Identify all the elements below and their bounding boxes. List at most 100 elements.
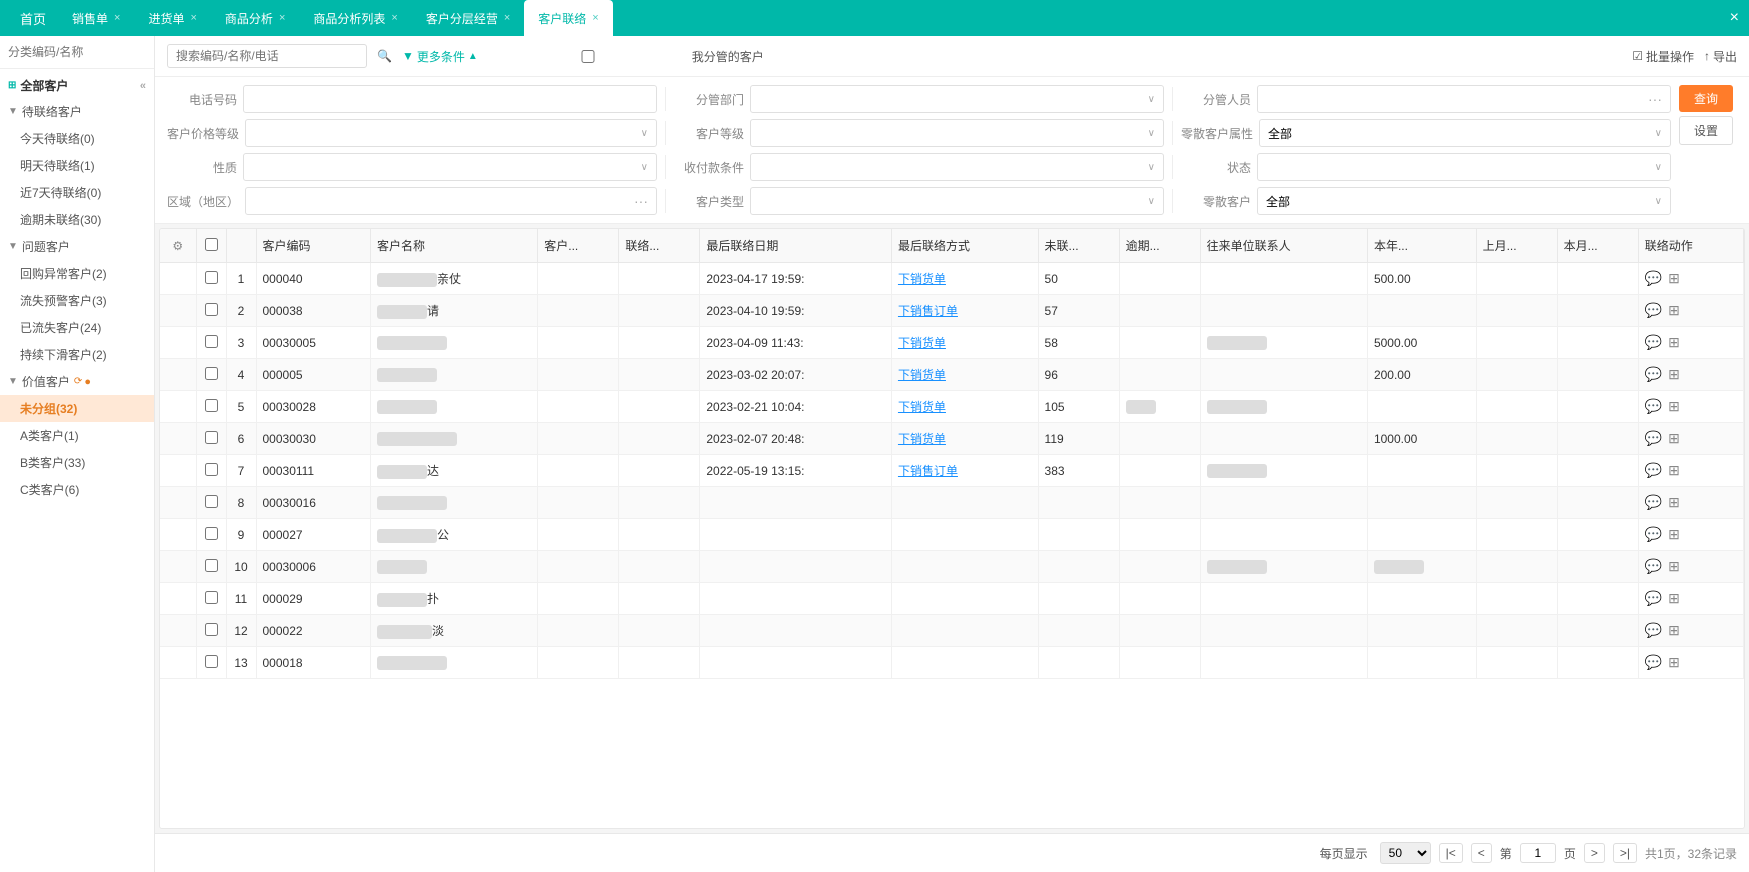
sidebar-item-class-a[interactable]: A类客户(1) — [0, 422, 154, 449]
sidebar-search-bar[interactable]: 🔍 — [0, 36, 154, 69]
sidebar-item-churned[interactable]: 已流失客户(24) — [0, 314, 154, 341]
contact-method-link[interactable]: 下销售订单 — [898, 464, 958, 478]
sidebar-item-unclassified[interactable]: 未分组(32) — [0, 395, 154, 422]
cell-checkbox[interactable] — [196, 295, 226, 327]
column-settings[interactable]: ⚙ — [160, 229, 196, 263]
row-checkbox[interactable] — [205, 559, 218, 572]
chat-icon[interactable]: 💬 — [1645, 526, 1662, 543]
chat-icon[interactable]: 💬 — [1645, 398, 1662, 415]
contact-method-link[interactable]: 下销货单 — [898, 272, 946, 286]
export-button[interactable]: ↑ 导出 — [1704, 48, 1737, 65]
tab-product-analysis[interactable]: 商品分析 × — [211, 0, 299, 36]
more-action-icon[interactable]: ⊞ — [1668, 622, 1680, 639]
first-page-button[interactable]: |< — [1439, 843, 1463, 863]
chat-icon[interactable]: 💬 — [1645, 366, 1662, 383]
more-action-icon[interactable]: ⊞ — [1668, 654, 1680, 671]
row-checkbox[interactable] — [205, 655, 218, 668]
close-icon[interactable]: × — [114, 12, 120, 24]
sidebar-item-churn-warning[interactable]: 流失预警客户(3) — [0, 287, 154, 314]
my-customers-checkbox[interactable] — [488, 50, 688, 63]
prev-page-button[interactable]: < — [1471, 843, 1492, 863]
home-tab[interactable]: 首页 — [8, 0, 58, 36]
row-checkbox[interactable] — [205, 591, 218, 604]
more-action-icon[interactable]: ⊞ — [1668, 494, 1680, 511]
close-icon[interactable]: × — [279, 12, 285, 24]
cell-checkbox[interactable] — [196, 455, 226, 487]
cell-checkbox[interactable] — [196, 583, 226, 615]
search-button[interactable]: 🔍 — [377, 49, 392, 63]
close-icon[interactable]: × — [592, 12, 598, 24]
more-action-icon[interactable]: ⊞ — [1668, 462, 1680, 479]
row-checkbox[interactable] — [205, 431, 218, 444]
row-checkbox[interactable] — [205, 399, 218, 412]
sidebar-item-today-pending[interactable]: 今天待联络(0) — [0, 125, 154, 152]
page-size-select[interactable]: 20 50 100 — [1380, 842, 1431, 864]
search-input[interactable] — [167, 44, 367, 68]
close-icon[interactable]: × — [190, 12, 196, 24]
chat-icon[interactable]: 💬 — [1645, 558, 1662, 575]
close-icon[interactable]: × — [504, 12, 510, 24]
chat-icon[interactable]: 💬 — [1645, 622, 1662, 639]
contact-method-link[interactable]: 下销售订单 — [898, 304, 958, 318]
price-level-select[interactable]: ∨ — [245, 119, 657, 147]
tab-product-analysis-list[interactable]: 商品分析列表 × — [299, 0, 411, 36]
batch-operation-button[interactable]: ☑ 批量操作 — [1632, 48, 1694, 65]
contact-method-link[interactable]: 下销货单 — [898, 432, 946, 446]
nature-select[interactable]: ∨ — [243, 153, 657, 181]
next-page-button[interactable]: > — [1584, 843, 1605, 863]
contact-method-link[interactable]: 下销货单 — [898, 400, 946, 414]
query-button[interactable]: 查询 — [1679, 85, 1733, 112]
row-checkbox[interactable] — [205, 271, 218, 284]
tab-customer-contact[interactable]: 客户联络 × — [524, 0, 612, 36]
customer-level-select[interactable]: ∨ — [750, 119, 1164, 147]
more-action-icon[interactable]: ⊞ — [1668, 558, 1680, 575]
sidebar-item-overdue-pending[interactable]: 逾期未联络(30) — [0, 206, 154, 233]
sidebar-item-class-c[interactable]: C类客户(6) — [0, 476, 154, 503]
retail-attr-select[interactable]: 全部 ∨ — [1259, 119, 1671, 147]
contact-method-link[interactable]: 下销货单 — [898, 368, 946, 382]
more-action-icon[interactable]: ⊞ — [1668, 270, 1680, 287]
contact-method-link[interactable]: 下销货单 — [898, 336, 946, 350]
more-conditions-button[interactable]: ▼ 更多条件 ▲ — [402, 48, 478, 65]
chat-icon[interactable]: 💬 — [1645, 494, 1662, 511]
row-checkbox[interactable] — [205, 303, 218, 316]
sidebar-item-tomorrow-pending[interactable]: 明天待联络(1) — [0, 152, 154, 179]
more-action-icon[interactable]: ⊞ — [1668, 398, 1680, 415]
more-action-icon[interactable]: ⊞ — [1668, 590, 1680, 607]
cell-checkbox[interactable] — [196, 647, 226, 679]
chat-icon[interactable]: 💬 — [1645, 654, 1662, 671]
sidebar-item-repurchase-abnormal[interactable]: 回购异常客户(2) — [0, 260, 154, 287]
region-input[interactable]: ··· — [245, 187, 657, 215]
row-checkbox[interactable] — [205, 495, 218, 508]
chat-icon[interactable]: 💬 — [1645, 590, 1662, 607]
cell-checkbox[interactable] — [196, 615, 226, 647]
phone-input[interactable] — [243, 85, 657, 113]
sidebar-search-input[interactable] — [8, 45, 155, 59]
row-checkbox[interactable] — [205, 335, 218, 348]
close-icon[interactable]: × — [391, 12, 397, 24]
chat-icon[interactable]: 💬 — [1645, 430, 1662, 447]
sidebar-group-pending[interactable]: ▼ 待联络客户 — [0, 98, 154, 125]
cell-checkbox[interactable] — [196, 327, 226, 359]
chat-icon[interactable]: 💬 — [1645, 462, 1662, 479]
cell-checkbox[interactable] — [196, 519, 226, 551]
manager-input[interactable]: ··· — [1257, 85, 1671, 113]
sidebar-group-value[interactable]: ▼ 价值客户 ⟳ ● — [0, 368, 154, 395]
more-action-icon[interactable]: ⊞ — [1668, 302, 1680, 319]
row-checkbox[interactable] — [205, 463, 218, 476]
more-action-icon[interactable]: ⊞ — [1668, 334, 1680, 351]
page-number-input[interactable] — [1520, 843, 1556, 863]
sidebar-group-problem[interactable]: ▼ 问题客户 — [0, 233, 154, 260]
sidebar-item-7day-pending[interactable]: 近7天待联络(0) — [0, 179, 154, 206]
more-action-icon[interactable]: ⊞ — [1668, 526, 1680, 543]
payment-select[interactable]: ∨ — [750, 153, 1164, 181]
chat-icon[interactable]: 💬 — [1645, 334, 1662, 351]
last-page-button[interactable]: >| — [1613, 843, 1637, 863]
row-checkbox[interactable] — [205, 367, 218, 380]
more-action-icon[interactable]: ⊞ — [1668, 366, 1680, 383]
chat-icon[interactable]: 💬 — [1645, 270, 1662, 287]
sidebar-item-class-b[interactable]: B类客户(33) — [0, 449, 154, 476]
status-select[interactable]: ∨ — [1257, 153, 1671, 181]
row-checkbox[interactable] — [205, 623, 218, 636]
window-close-button[interactable]: × — [1730, 9, 1739, 27]
